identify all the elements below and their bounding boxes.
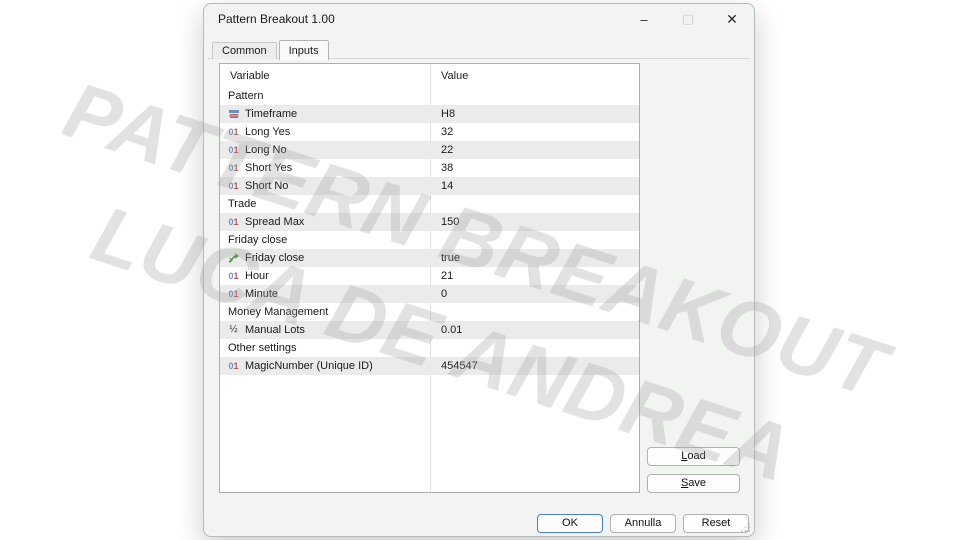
- params-rows: Pattern Timeframe H8 0 1 Long Yes 32 0 1 Long No 2…: [220, 87, 639, 375]
- value-cell[interactable]: 454547: [430, 360, 478, 372]
- value-cell[interactable]: 38: [430, 162, 453, 174]
- cancel-button[interactable]: Annulla: [610, 514, 676, 533]
- variable-cell[interactable]: 0 1 Long No: [220, 144, 430, 156]
- value-cell[interactable]: 14: [430, 180, 453, 192]
- maximize-icon: ▢: [681, 11, 695, 26]
- param-row[interactable]: Friday close true: [220, 249, 639, 267]
- integer-type-icon: 01: [228, 162, 239, 173]
- variable-cell[interactable]: 0 1 Spread Max: [220, 216, 430, 228]
- variable-cell[interactable]: 0 1 Short Yes: [220, 162, 430, 174]
- integer-type-icon: 01: [228, 270, 239, 281]
- param-label: Spread Max: [245, 216, 305, 228]
- param-row[interactable]: 0 1 Long No 22: [220, 141, 639, 159]
- value-cell[interactable]: H8: [430, 108, 455, 120]
- integer-type-icon: 01: [228, 180, 239, 191]
- integer-type-icon: 01: [228, 144, 239, 155]
- variable-cell: Friday close: [220, 234, 430, 246]
- param-row[interactable]: 0 1 Short Yes 38: [220, 159, 639, 177]
- variable-cell: Pattern: [220, 90, 430, 102]
- variable-cell[interactable]: 0 1 Hour: [220, 270, 430, 282]
- section-label: Friday close: [228, 234, 288, 246]
- param-row[interactable]: ½ Manual Lots 0.01: [220, 321, 639, 339]
- inputs-table: Variable Value Pattern Timeframe H8 0 1 Long …: [219, 63, 640, 493]
- param-label: Long No: [245, 144, 287, 156]
- integer-type-icon: 01: [228, 288, 239, 299]
- param-row[interactable]: 0 1 Minute 0: [220, 285, 639, 303]
- variable-cell[interactable]: 0 1 Long Yes: [220, 126, 430, 138]
- value-cell[interactable]: 0: [430, 288, 447, 300]
- resize-grip-icon[interactable]: [740, 522, 751, 533]
- boolean-type-icon: [226, 252, 241, 264]
- value-cell[interactable]: 32: [430, 126, 453, 138]
- variable-cell[interactable]: Friday close: [220, 252, 430, 264]
- variable-cell: Other settings: [220, 342, 430, 354]
- variable-cell[interactable]: Timeframe: [220, 108, 430, 120]
- param-row[interactable]: 0 1 Spread Max 150: [220, 213, 639, 231]
- param-label: Friday close: [245, 252, 305, 264]
- variable-cell[interactable]: 0 1 Minute: [220, 288, 430, 300]
- ok-button[interactable]: OK: [537, 514, 603, 533]
- integer-type-icon: 01: [228, 126, 239, 137]
- param-label: Minute: [245, 288, 279, 300]
- save-button[interactable]: Save: [647, 474, 740, 493]
- variable-cell[interactable]: 0 1 MagicNumber (Unique ID): [220, 360, 430, 372]
- table-header: Variable Value: [220, 64, 639, 87]
- section-row: Pattern: [220, 87, 639, 105]
- param-row[interactable]: 0 1 Hour 21: [220, 267, 639, 285]
- variable-cell: Trade: [220, 198, 430, 210]
- column-header-variable: Variable: [230, 70, 270, 82]
- minimize-icon[interactable]: –: [622, 4, 666, 34]
- value-cell[interactable]: 22: [430, 144, 453, 156]
- param-row[interactable]: Timeframe H8: [220, 105, 639, 123]
- tabstrip: Common Inputs: [212, 39, 331, 60]
- param-label: Manual Lots: [245, 324, 305, 336]
- value-cell[interactable]: 150: [430, 216, 459, 228]
- param-row[interactable]: 0 1 Short No 14: [220, 177, 639, 195]
- section-label: Pattern: [228, 90, 264, 102]
- section-label: Money Management: [228, 306, 329, 318]
- load-button[interactable]: Load: [647, 447, 740, 466]
- section-row: Money Management: [220, 303, 639, 321]
- param-row[interactable]: 0 1 Long Yes 32: [220, 123, 639, 141]
- window-title: Pattern Breakout 1.00: [218, 12, 335, 26]
- param-label: MagicNumber (Unique ID): [245, 360, 373, 372]
- variable-cell[interactable]: 0 1 Short No: [220, 180, 430, 192]
- param-row[interactable]: 0 1 MagicNumber (Unique ID) 454547: [220, 357, 639, 375]
- value-cell[interactable]: true: [430, 252, 460, 264]
- tab-inputs[interactable]: Inputs: [278, 40, 329, 60]
- pattern-breakout-dialog: Pattern Breakout 1.00 – ▢ ✕ Common Input…: [203, 3, 755, 537]
- double-type-icon: ½: [229, 324, 238, 335]
- integer-type-icon: 01: [228, 216, 239, 227]
- section-label: Trade: [228, 198, 257, 210]
- column-header-value: Value: [441, 70, 469, 82]
- titlebar[interactable]: Pattern Breakout 1.00 – ▢ ✕: [204, 4, 754, 34]
- section-row: Friday close: [220, 231, 639, 249]
- close-icon[interactable]: ✕: [710, 4, 754, 34]
- value-cell[interactable]: 21: [430, 270, 453, 282]
- value-cell[interactable]: 0.01: [430, 324, 462, 336]
- param-label: Timeframe: [245, 108, 298, 120]
- section-row: Trade: [220, 195, 639, 213]
- param-label: Hour: [245, 270, 269, 282]
- variable-cell[interactable]: ½ Manual Lots: [220, 324, 430, 336]
- param-label: Long Yes: [245, 126, 291, 138]
- tab-common[interactable]: Common: [212, 42, 277, 59]
- section-row: Other settings: [220, 339, 639, 357]
- timeframe-type-icon: [226, 108, 241, 120]
- variable-cell: Money Management: [220, 306, 430, 318]
- integer-type-icon: 01: [228, 360, 239, 371]
- param-label: Short No: [245, 180, 289, 192]
- section-label: Other settings: [228, 342, 297, 354]
- param-label: Short Yes: [245, 162, 293, 174]
